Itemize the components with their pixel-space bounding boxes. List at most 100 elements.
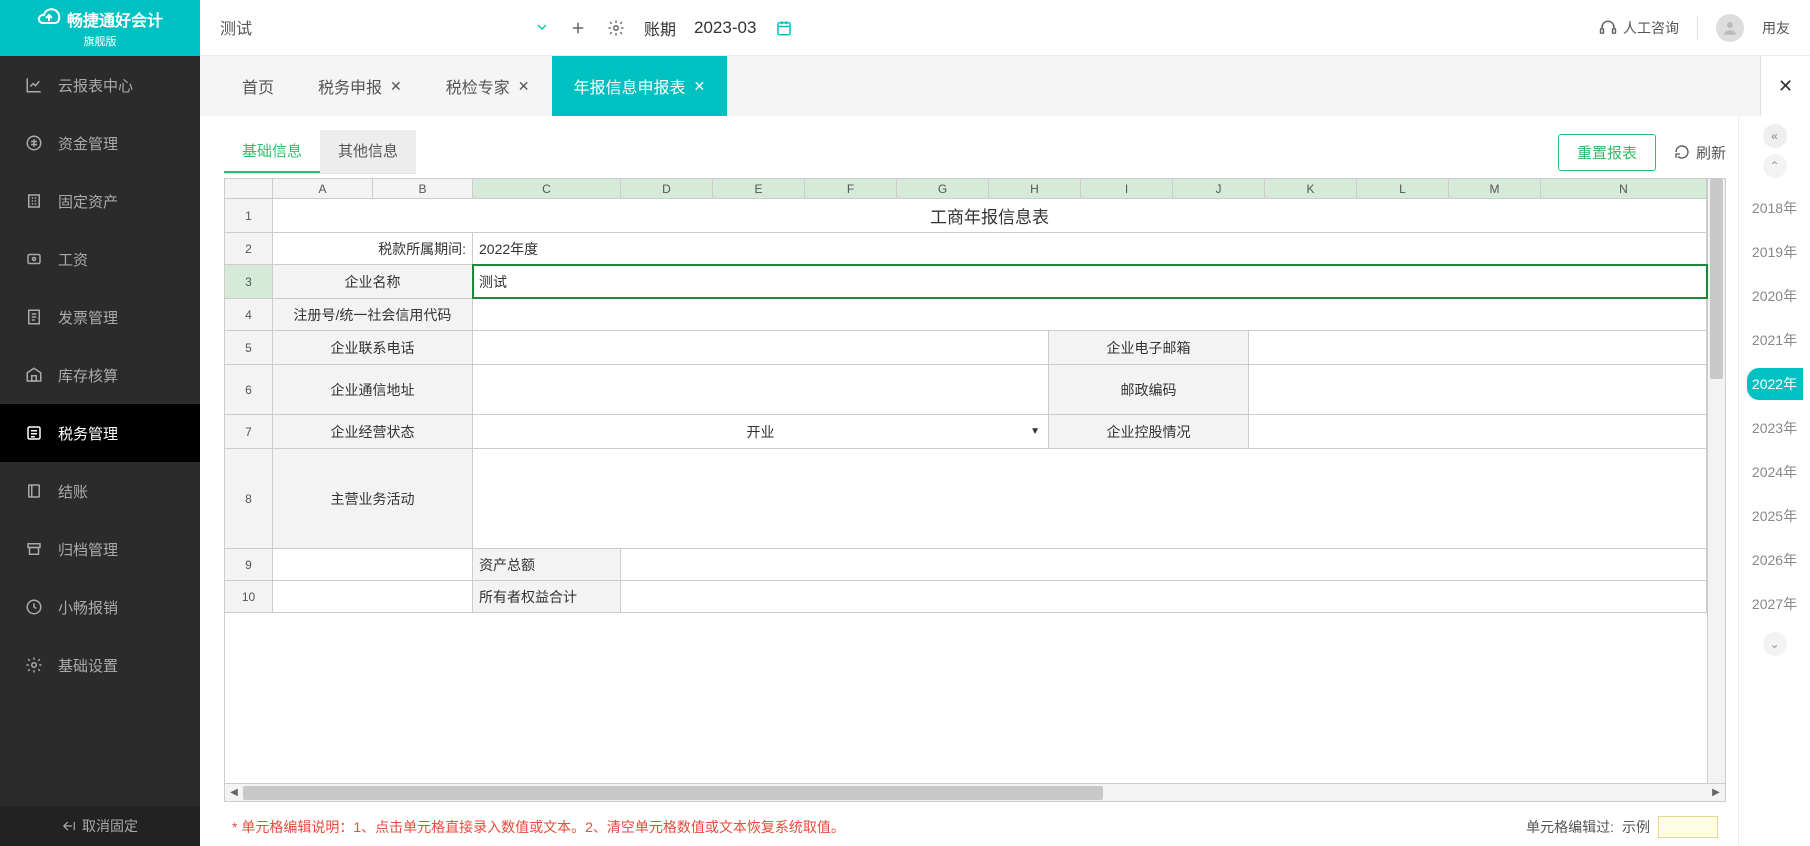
user-name[interactable]: 用友 xyxy=(1762,18,1790,38)
cell-postcode-value[interactable] xyxy=(1249,365,1707,414)
sidebar-item-archive[interactable]: 归档管理 xyxy=(0,520,200,578)
col-header[interactable]: A xyxy=(273,179,373,198)
cell-address-value[interactable] xyxy=(473,365,1049,414)
sidebar-item-report-center[interactable]: 云报表中心 xyxy=(0,56,200,114)
year-option[interactable]: 2020年 xyxy=(1747,280,1803,312)
year-option[interactable]: 2023年 xyxy=(1747,412,1803,444)
cell-equity-label[interactable]: 所有者权益合计 xyxy=(473,581,621,612)
collapse-panel-icon[interactable]: « xyxy=(1763,124,1787,148)
year-option[interactable]: 2018年 xyxy=(1747,192,1803,224)
year-option[interactable]: 2025年 xyxy=(1747,500,1803,532)
row-header[interactable]: 10 xyxy=(225,581,273,612)
year-option[interactable]: 2022年 xyxy=(1747,368,1803,400)
year-option[interactable]: 2024年 xyxy=(1747,456,1803,488)
unpin-button[interactable]: 取消固定 xyxy=(0,806,200,846)
scroll-left-icon[interactable]: ◀ xyxy=(225,784,243,802)
year-option[interactable]: 2026年 xyxy=(1747,544,1803,576)
col-header[interactable]: K xyxy=(1265,179,1357,198)
add-button[interactable] xyxy=(568,18,588,38)
sidebar-item-settings[interactable]: 基础设置 xyxy=(0,636,200,694)
sidebar-item-inventory[interactable]: 库存核算 xyxy=(0,346,200,404)
col-header[interactable]: L xyxy=(1357,179,1449,198)
row-header[interactable]: 3 xyxy=(225,265,273,298)
cell-mainbiz-value[interactable] xyxy=(473,449,1707,548)
sidebar-item-invoice[interactable]: 发票管理 xyxy=(0,288,200,346)
refresh-button[interactable]: 刷新 xyxy=(1674,142,1726,163)
cell-address-label[interactable]: 企业通信地址 xyxy=(273,365,473,414)
scroll-right-icon[interactable]: ▶ xyxy=(1707,784,1725,802)
col-header[interactable]: H xyxy=(989,179,1081,198)
sidebar-item-closing[interactable]: 结账 xyxy=(0,462,200,520)
vertical-scrollbar[interactable] xyxy=(1708,178,1726,784)
avatar[interactable] xyxy=(1716,14,1744,42)
cell-period-value[interactable]: 2022年度 xyxy=(473,233,1707,264)
cell-postcode-label[interactable]: 邮政编码 xyxy=(1049,365,1249,414)
close-icon[interactable]: ✕ xyxy=(694,78,706,95)
row-header[interactable]: 5 xyxy=(225,331,273,364)
sheet-title[interactable]: 工商年报信息表 xyxy=(273,199,1707,232)
cell-status-value[interactable]: 开业▼ xyxy=(473,415,1049,448)
cell-blank[interactable] xyxy=(273,549,473,580)
row-header[interactable]: 4 xyxy=(225,299,273,330)
sidebar-item-fixed-assets[interactable]: 固定资产 xyxy=(0,172,200,230)
cell-company-name-label[interactable]: 企业名称 xyxy=(273,265,473,298)
sub-tab-other[interactable]: 其他信息 xyxy=(320,130,416,173)
cell-blank[interactable] xyxy=(273,581,473,612)
cell-regno-value[interactable] xyxy=(473,299,1707,330)
spreadsheet[interactable]: A B C D E F G H I J K L M xyxy=(224,178,1708,784)
reset-button[interactable]: 重置报表 xyxy=(1558,134,1656,171)
close-all-tabs[interactable]: ✕ xyxy=(1760,56,1810,116)
year-option[interactable]: 2019年 xyxy=(1747,236,1803,268)
close-icon[interactable]: ✕ xyxy=(518,78,530,95)
tab-annual-report[interactable]: 年报信息申报表✕ xyxy=(552,56,728,116)
sub-tab-basic[interactable]: 基础信息 xyxy=(224,130,320,173)
scrollbar-thumb[interactable] xyxy=(1710,179,1723,379)
cell-email-label[interactable]: 企业电子邮箱 xyxy=(1049,331,1249,364)
sidebar-item-funds[interactable]: 资金管理 xyxy=(0,114,200,172)
row-header[interactable]: 7 xyxy=(225,415,273,448)
col-header[interactable]: G xyxy=(897,179,989,198)
gear-icon[interactable] xyxy=(606,18,626,38)
sidebar-item-tax[interactable]: 税务管理 xyxy=(0,404,200,462)
year-option[interactable]: 2027年 xyxy=(1747,588,1803,620)
col-header[interactable]: F xyxy=(805,179,897,198)
col-header[interactable]: N xyxy=(1541,179,1707,198)
cell-assets-label[interactable]: 资产总额 xyxy=(473,549,621,580)
cell-period-label[interactable]: 税款所属期间: xyxy=(273,233,473,264)
sidebar-item-reimburse[interactable]: 小畅报销 xyxy=(0,578,200,636)
row-header[interactable]: 6 xyxy=(225,365,273,414)
consult-button[interactable]: 人工咨询 xyxy=(1599,18,1679,38)
row-header[interactable]: 9 xyxy=(225,549,273,580)
scroll-up-icon[interactable]: ⌃ xyxy=(1763,154,1787,178)
tab-tax-declare[interactable]: 税务申报✕ xyxy=(296,56,424,116)
cell-holding-label[interactable]: 企业控股情况 xyxy=(1049,415,1249,448)
col-header[interactable]: B xyxy=(373,179,473,198)
tab-tax-expert[interactable]: 税检专家✕ xyxy=(424,56,552,116)
cell-phone-label[interactable]: 企业联系电话 xyxy=(273,331,473,364)
cell-assets-value[interactable] xyxy=(621,549,1707,580)
scroll-down-icon[interactable]: ⌄ xyxy=(1763,632,1787,656)
col-header[interactable]: D xyxy=(621,179,713,198)
col-header[interactable]: I xyxy=(1081,179,1173,198)
close-icon[interactable]: ✕ xyxy=(390,78,402,95)
col-header[interactable]: J xyxy=(1173,179,1265,198)
cell-regno-label[interactable]: 注册号/统一社会信用代码 xyxy=(273,299,473,330)
sidebar-item-salary[interactable]: 工资 xyxy=(0,230,200,288)
cell-phone-value[interactable] xyxy=(473,331,1049,364)
scrollbar-thumb[interactable] xyxy=(243,786,1103,800)
col-header[interactable]: E xyxy=(713,179,805,198)
year-option[interactable]: 2021年 xyxy=(1747,324,1803,356)
horizontal-scrollbar[interactable]: ◀ ▶ xyxy=(224,784,1726,802)
row-header[interactable]: 1 xyxy=(225,199,273,232)
org-selector[interactable]: 测试 xyxy=(220,9,550,46)
cell-status-label[interactable]: 企业经营状态 xyxy=(273,415,473,448)
row-header[interactable]: 2 xyxy=(225,233,273,264)
col-header[interactable]: C xyxy=(473,179,621,198)
corner-cell[interactable] xyxy=(225,179,273,198)
cell-mainbiz-label[interactable]: 主营业务活动 xyxy=(273,449,473,548)
col-header[interactable]: M xyxy=(1449,179,1541,198)
cell-holding-value[interactable] xyxy=(1249,415,1707,448)
calendar-icon[interactable] xyxy=(774,18,794,38)
cell-company-name-value[interactable]: 测试 xyxy=(473,265,1707,298)
cell-equity-value[interactable] xyxy=(621,581,1707,612)
